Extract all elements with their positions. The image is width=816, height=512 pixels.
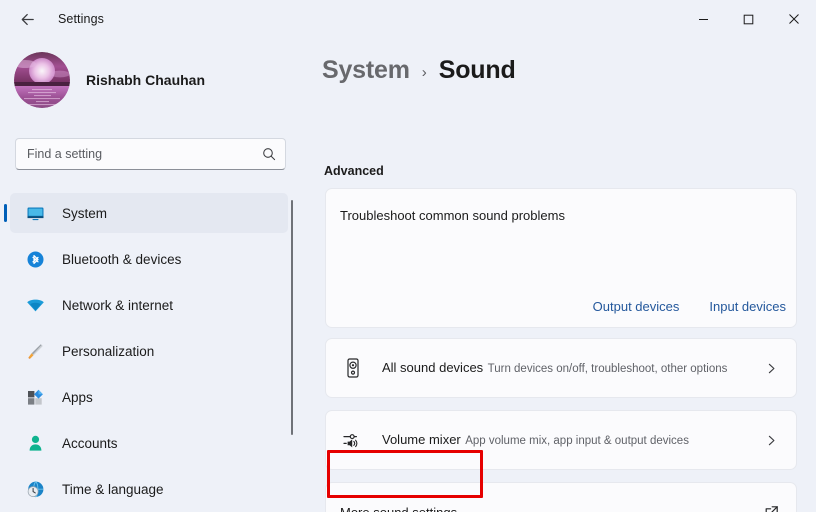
troubleshoot-links: Output devices Input devices (563, 299, 786, 314)
wifi-icon (25, 295, 45, 315)
sidebar-item-accounts[interactable]: Accounts (10, 423, 288, 463)
main-content: System › Sound Advanced Troubleshoot com… (310, 38, 816, 512)
row-title: All sound devices (382, 360, 484, 375)
speaker-icon (338, 353, 368, 383)
profile-name: Rishabh Chauhan (86, 72, 206, 88)
selection-indicator (4, 204, 7, 222)
section-title: Advanced (324, 164, 384, 178)
close-button[interactable] (771, 0, 816, 38)
window-controls (681, 0, 816, 38)
chevron-right-icon[interactable] (760, 362, 782, 375)
clock-globe-icon (25, 479, 45, 499)
close-icon (788, 14, 799, 24)
settings-window: Settings Rishabh Chauhan Find a setting … (0, 0, 816, 512)
sidebar: Rishabh Chauhan Find a setting System Bl… (0, 38, 310, 512)
sidebar-item-label: Accounts (62, 435, 118, 451)
window-title: Settings (58, 12, 104, 26)
person-icon (25, 433, 45, 453)
troubleshoot-title: Troubleshoot common sound problems (340, 208, 565, 223)
volume-mixer-row[interactable]: Volume mixer App volume mix, app input &… (325, 410, 797, 470)
avatar (14, 52, 70, 108)
search-icon (262, 147, 276, 161)
all-sound-devices-text: All sound devices Turn devices on/off, t… (382, 359, 760, 377)
sidebar-item-network-internet[interactable]: Network & internet (10, 285, 288, 325)
chevron-right-icon: › (421, 64, 427, 81)
sidebar-item-time-language[interactable]: Time & language (10, 469, 288, 509)
user-profile[interactable]: Rishabh Chauhan (14, 52, 205, 108)
sidebar-item-system[interactable]: System (4, 193, 288, 233)
row-subtitle: Turn devices on/off, troubleshoot, other… (487, 363, 728, 375)
search-box[interactable] (15, 138, 286, 170)
more-sound-settings-label: More sound settings (340, 504, 458, 512)
maximize-button[interactable] (726, 0, 771, 38)
row-subtitle: App volume mix, app input & output devic… (465, 435, 689, 447)
row-title: Volume mixer (382, 432, 461, 447)
sidebar-nav: System Bluetooth & devices Network & int… (0, 193, 300, 512)
monitor-icon (25, 203, 45, 223)
volume-mixer-icon (338, 425, 368, 455)
sidebar-item-label: Network & internet (62, 297, 174, 313)
all-sound-devices-row[interactable]: All sound devices Turn devices on/off, t… (325, 338, 797, 398)
minimize-icon (699, 18, 708, 20)
sidebar-item-label: Apps (62, 389, 93, 405)
sidebar-item-label: System (62, 205, 108, 221)
apps-icon (25, 387, 45, 407)
page-title: Sound (438, 56, 516, 84)
sidebar-item-personalization[interactable]: Personalization (10, 331, 288, 371)
title-bar: Settings (0, 0, 816, 38)
user-avatar-moon-water-icon (14, 52, 70, 108)
sidebar-scrollbar[interactable] (291, 200, 293, 435)
back-button[interactable] (10, 4, 44, 34)
sidebar-item-label: Bluetooth & devices (62, 251, 182, 267)
minimize-button[interactable] (681, 0, 726, 38)
sidebar-item-label: Time & language (62, 481, 164, 497)
input-devices-link[interactable]: Input devices (709, 299, 786, 314)
more-sound-settings-row[interactable]: More sound settings (325, 482, 797, 512)
sidebar-item-bluetooth-devices[interactable]: Bluetooth & devices (10, 239, 288, 279)
sidebar-item-apps[interactable]: Apps (10, 377, 288, 417)
back-arrow-icon (21, 13, 34, 25)
paintbrush-icon (25, 341, 45, 361)
search-input[interactable] (27, 139, 262, 169)
sidebar-item-label: Personalization (62, 343, 155, 359)
chevron-right-icon[interactable] (760, 434, 782, 447)
breadcrumb: System › Sound (322, 56, 516, 85)
breadcrumb-parent[interactable]: System (322, 56, 410, 85)
troubleshoot-card: Troubleshoot common sound problems Outpu… (325, 188, 797, 328)
external-link-icon[interactable] (760, 505, 782, 512)
output-devices-link[interactable]: Output devices (593, 299, 680, 314)
volume-mixer-text: Volume mixer App volume mix, app input &… (382, 431, 760, 449)
maximize-icon (743, 14, 754, 24)
bluetooth-icon (25, 249, 45, 269)
